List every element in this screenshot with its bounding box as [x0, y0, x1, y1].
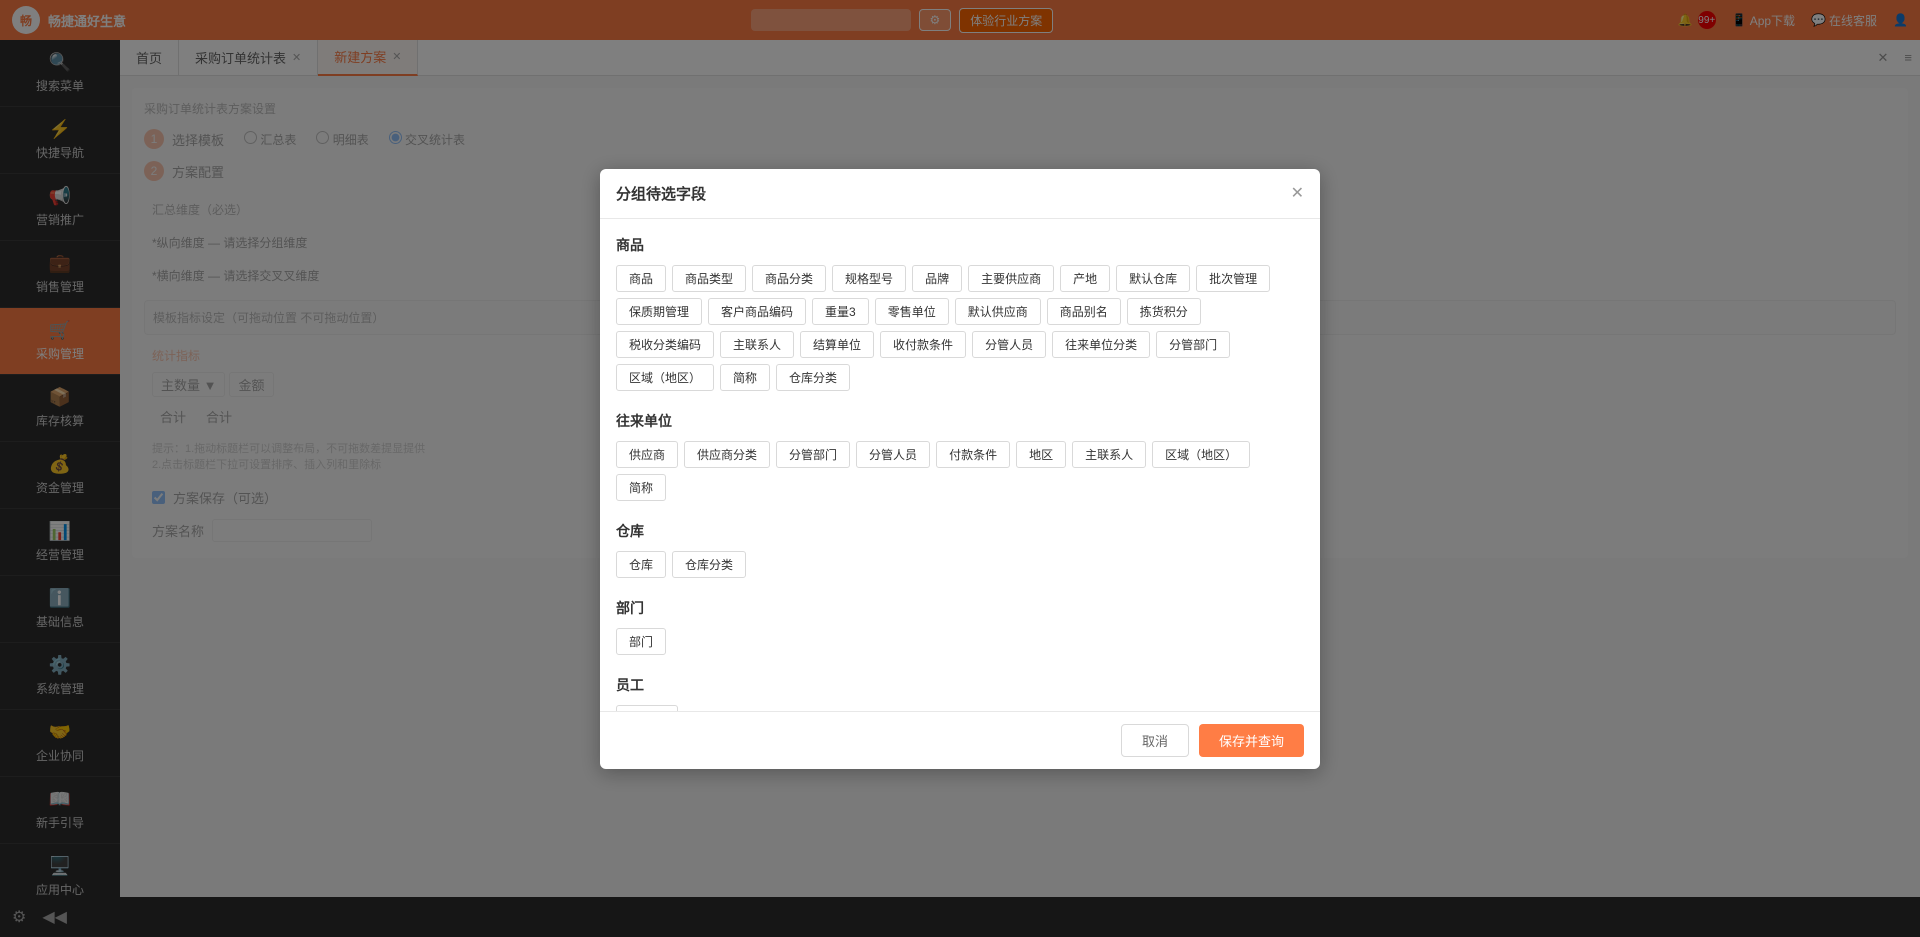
modal-header: 分组待选字段 ✕ — [600, 169, 1320, 219]
field-tag[interactable]: 商品类型 — [672, 265, 746, 292]
field-tag[interactable]: 默认仓库 — [1116, 265, 1190, 292]
field-tags: 部门 — [616, 628, 1304, 655]
section-title: 往来单位 — [616, 411, 1304, 431]
field-tag[interactable]: 批次管理 — [1196, 265, 1270, 292]
modal-footer: 取消 保存并查询 — [600, 711, 1320, 769]
modal-dialog: 分组待选字段 ✕ 商品商品商品类型商品分类规格型号品牌主要供应商产地默认仓库批次… — [600, 169, 1320, 769]
field-tag[interactable]: 默认供应商 — [955, 298, 1041, 325]
modal-body: 商品商品商品类型商品分类规格型号品牌主要供应商产地默认仓库批次管理保质期管理客户… — [600, 219, 1320, 711]
field-tag[interactable]: 供应商分类 — [684, 441, 770, 468]
field-tags: 供应商供应商分类分管部门分管人员付款条件地区主联系人区域（地区） 简称 — [616, 441, 1304, 501]
field-tag[interactable]: 收付款条件 — [880, 331, 966, 358]
field-tag[interactable]: 区域（地区） — [616, 364, 714, 391]
field-tag[interactable]: 保质期管理 — [616, 298, 702, 325]
field-tag[interactable]: 零售单位 — [875, 298, 949, 325]
field-tag[interactable]: 结算单位 — [800, 331, 874, 358]
cancel-button[interactable]: 取消 — [1121, 724, 1189, 757]
field-tag[interactable]: 客户商品编码 — [708, 298, 806, 325]
field-section-商品: 商品商品商品类型商品分类规格型号品牌主要供应商产地默认仓库批次管理保质期管理客户… — [616, 235, 1304, 391]
field-tag[interactable]: 主联系人 — [720, 331, 794, 358]
field-tag[interactable]: 品牌 — [912, 265, 962, 292]
section-title: 商品 — [616, 235, 1304, 255]
section-title: 仓库 — [616, 521, 1304, 541]
field-section-部门: 部门部门 — [616, 598, 1304, 655]
field-tag[interactable]: 商品别名 — [1047, 298, 1121, 325]
field-tags: 仓库仓库分类 — [616, 551, 1304, 578]
field-tag[interactable]: 重量3 — [812, 298, 869, 325]
field-tag[interactable]: 仓库 — [616, 551, 666, 578]
field-tag[interactable]: 主要供应商 — [968, 265, 1054, 292]
field-tag[interactable]: 地区 — [1016, 441, 1066, 468]
field-tag[interactable]: 往来单位分类 — [1052, 331, 1150, 358]
field-tag[interactable]: 分管人员 — [856, 441, 930, 468]
modal-title: 分组待选字段 — [616, 183, 706, 204]
field-tag[interactable]: 供应商 — [616, 441, 678, 468]
field-tag[interactable]: 部门 — [616, 628, 666, 655]
field-tag[interactable]: 简称 — [720, 364, 770, 391]
section-title: 部门 — [616, 598, 1304, 618]
field-section-仓库: 仓库仓库仓库分类 — [616, 521, 1304, 578]
field-tag[interactable]: 简称 — [616, 474, 666, 501]
field-section-往来单位: 往来单位供应商供应商分类分管部门分管人员付款条件地区主联系人区域（地区） 简称 — [616, 411, 1304, 501]
field-tag[interactable]: 区域（地区） — [1152, 441, 1250, 468]
confirm-button[interactable]: 保存并查询 — [1199, 724, 1304, 757]
field-tag[interactable]: 仓库分类 — [776, 364, 850, 391]
field-tag[interactable]: 分管人员 — [972, 331, 1046, 358]
modal-close-btn[interactable]: ✕ — [1291, 183, 1304, 203]
field-tag[interactable]: 规格型号 — [832, 265, 906, 292]
field-section-员工: 员工业务员 — [616, 675, 1304, 711]
field-tag[interactable]: 商品 — [616, 265, 666, 292]
field-tag[interactable]: 付款条件 — [936, 441, 1010, 468]
field-tag[interactable]: 分管部门 — [776, 441, 850, 468]
field-tag[interactable]: 仓库分类 — [672, 551, 746, 578]
section-title: 员工 — [616, 675, 1304, 695]
field-tags: 商品商品类型商品分类规格型号品牌主要供应商产地默认仓库批次管理保质期管理客户商品… — [616, 265, 1304, 391]
modal-overlay: 分组待选字段 ✕ 商品商品商品类型商品分类规格型号品牌主要供应商产地默认仓库批次… — [0, 0, 1920, 937]
field-tag[interactable]: 拣货积分 — [1127, 298, 1201, 325]
field-tag[interactable]: 税收分类编码 — [616, 331, 714, 358]
field-tag[interactable]: 商品分类 — [752, 265, 826, 292]
field-tag[interactable]: 产地 — [1060, 265, 1110, 292]
field-tag[interactable]: 主联系人 — [1072, 441, 1146, 468]
field-tag[interactable]: 分管部门 — [1156, 331, 1230, 358]
